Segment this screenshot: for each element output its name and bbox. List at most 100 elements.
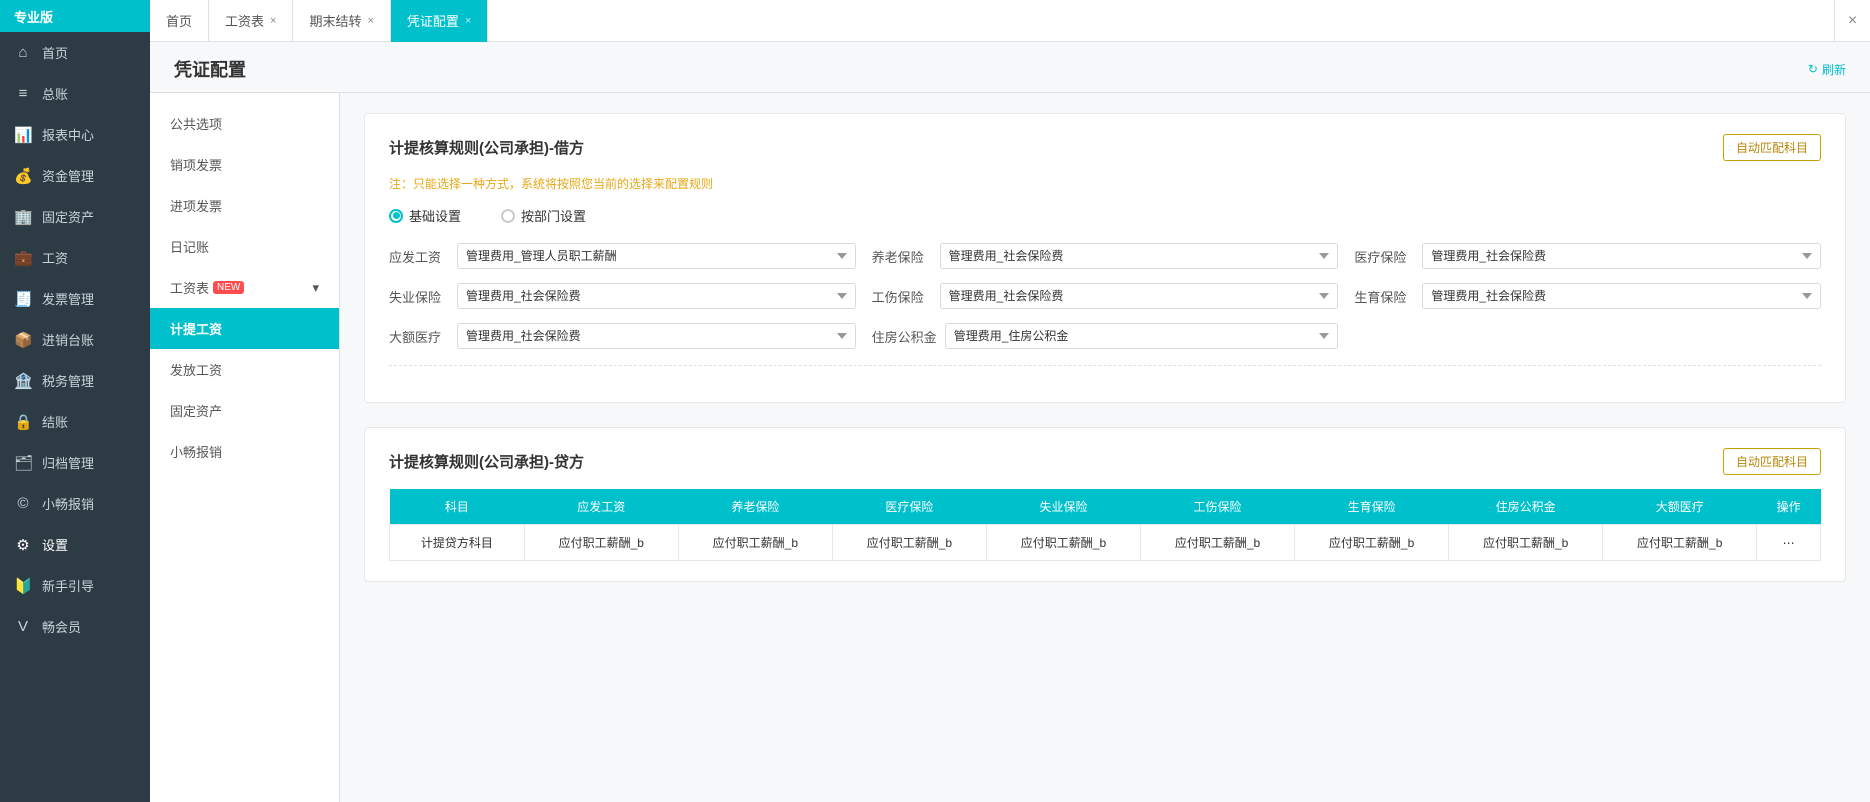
field-gongshang: 工伤保险 管理费用_社会保险费 xyxy=(872,283,1339,309)
left-nav-pay-salary[interactable]: 发放工资 xyxy=(150,349,339,390)
sidebar-item-fixed-assets[interactable]: 🏢 固定资产 xyxy=(0,196,150,237)
label-shengyu: 生育保险 xyxy=(1354,287,1414,306)
left-nav-xiaochang-report2[interactable]: 小畅报销 xyxy=(150,431,339,472)
page-header: 凭证配置 ↻ 刷新 xyxy=(150,42,1870,93)
vip-icon: V xyxy=(14,618,32,635)
sidebar-item-settings[interactable]: ⚙ 设置 xyxy=(0,524,150,565)
home-icon: ⌂ xyxy=(14,44,32,61)
tab-payroll-label: 工资表 xyxy=(225,11,264,30)
sidebar-item-xiaochang-report[interactable]: © 小畅报销 xyxy=(0,483,150,524)
select-shiye[interactable]: 管理费用_社会保险费 xyxy=(457,283,856,309)
radio-basic-settings-circle xyxy=(389,209,403,223)
label-yingfa-gongzi: 应发工资 xyxy=(389,247,449,266)
td-action[interactable]: ⋯ xyxy=(1757,525,1821,561)
select-yingfa-gongzi[interactable]: 管理费用_管理人员职工薪酬 xyxy=(457,243,856,269)
content-area: 公共选项 销项发票 进项发票 日记账 工资表 NEW ▾ 计提工资 发放工资 xyxy=(150,93,1870,802)
th-yingfa: 应发工资 xyxy=(524,489,678,525)
select-yanglao[interactable]: 管理费用_社会保险费 xyxy=(940,243,1339,269)
left-nav-credit-invoice[interactable]: 销项发票 xyxy=(150,144,339,185)
sidebar-item-label: 工资 xyxy=(42,248,68,267)
tab-home-label: 首页 xyxy=(166,11,192,30)
field-yiliao: 医疗保险 管理费用_社会保险费 xyxy=(1354,243,1821,269)
debit-form-row-2: 失业保险 管理费用_社会保险费 工伤保险 管理费用_社会保险费 生育保险 xyxy=(389,283,1821,309)
td-shiye: 应付职工薪酬_b xyxy=(986,525,1140,561)
sidebar-item-salary[interactable]: 💼 工资 xyxy=(0,237,150,278)
sidebar-item-closing[interactable]: 🔒 结账 xyxy=(0,401,150,442)
xiaochang-icon: © xyxy=(14,495,32,512)
left-nav-fixed-assets-nav[interactable]: 固定资产 xyxy=(150,390,339,431)
tab-period-close-label: 期末结转 xyxy=(309,11,361,30)
refresh-label: 刷新 xyxy=(1822,61,1846,78)
td-kemu: 计提贷方科目 xyxy=(390,525,525,561)
tab-voucher-config-close[interactable]: × xyxy=(465,15,471,27)
tab-period-close-close[interactable]: × xyxy=(367,15,373,27)
th-daeyiliao: 大额医疗 xyxy=(1603,489,1757,525)
debit-radio-group: 基础设置 按部门设置 xyxy=(389,206,1821,225)
label-daeyiliao: 大额医疗 xyxy=(389,327,449,346)
refresh-icon: ↻ xyxy=(1808,62,1818,76)
credit-auto-match-button[interactable]: 自动匹配科目 xyxy=(1723,448,1821,475)
select-gjj[interactable]: 管理费用_住房公积金 xyxy=(945,323,1339,349)
sidebar-item-tax-mgmt[interactable]: 🏦 税务管理 xyxy=(0,360,150,401)
debit-auto-match-button[interactable]: 自动匹配科目 xyxy=(1723,134,1821,161)
sidebar-item-reports[interactable]: 📊 报表中心 xyxy=(0,114,150,155)
sidebar-item-general-ledger[interactable]: ≡ 总账 xyxy=(0,73,150,114)
left-nav-debit-invoice[interactable]: 进项发票 xyxy=(150,185,339,226)
radio-dept-settings[interactable]: 按部门设置 xyxy=(501,206,586,225)
funds-icon: 💰 xyxy=(14,167,32,185)
select-gongshang[interactable]: 管理费用_社会保险费 xyxy=(940,283,1339,309)
tab-payroll-close[interactable]: × xyxy=(270,15,276,27)
archive-icon: 🗂 xyxy=(14,454,32,472)
credit-table: 科目 应发工资 养老保险 医疗保险 失业保险 工伤保险 生育保险 住房公积金 大… xyxy=(389,489,1821,561)
sidebar-item-inventory[interactable]: 📦 进销台账 xyxy=(0,319,150,360)
window-close-button[interactable]: × xyxy=(1834,0,1870,42)
left-nav-payroll-table[interactable]: 工资表 NEW ▾ xyxy=(150,267,339,308)
tab-voucher-config-label: 凭证配置 xyxy=(407,11,459,30)
debit-form-row-1: 应发工资 管理费用_管理人员职工薪酬 养老保险 管理费用_社会保险费 医疗保险 xyxy=(389,243,1821,269)
radio-basic-settings[interactable]: 基础设置 xyxy=(389,206,461,225)
credit-section-title: 计提核算规则(公司承担)-贷方 xyxy=(389,451,584,472)
label-gjj: 住房公积金 xyxy=(872,327,937,346)
sidebar-item-label: 税务管理 xyxy=(42,371,94,390)
refresh-button[interactable]: ↻ 刷新 xyxy=(1808,61,1846,78)
th-shengyu: 生育保险 xyxy=(1295,489,1449,525)
tab-payroll[interactable]: 工资表 × xyxy=(209,0,293,42)
credit-section: 计提核算规则(公司承担)-贷方 自动匹配科目 科目 应发工资 养老保险 医疗保险… xyxy=(364,427,1846,582)
debit-notice: 注：只能选择一种方式，系统将按照您当前的选择来配置规则 xyxy=(389,175,1821,192)
left-nav-public-options[interactable]: 公共选项 xyxy=(150,103,339,144)
label-gongshang: 工伤保险 xyxy=(872,287,932,306)
radio-dept-settings-circle xyxy=(501,209,515,223)
field-yanglao: 养老保险 管理费用_社会保险费 xyxy=(872,243,1339,269)
radio-basic-settings-label: 基础设置 xyxy=(409,206,461,225)
sidebar-item-invoice-mgmt[interactable]: 🧾 发票管理 xyxy=(0,278,150,319)
action-icon[interactable]: ⋯ xyxy=(1783,536,1795,550)
sidebar-item-label: 资金管理 xyxy=(42,166,94,185)
chevron-down-icon: ▾ xyxy=(312,280,319,296)
chart-icon: 📊 xyxy=(14,126,32,144)
select-yiliao[interactable]: 管理费用_社会保险费 xyxy=(1422,243,1821,269)
debit-section-header: 计提核算规则(公司承担)-借方 自动匹配科目 xyxy=(389,134,1821,161)
sidebar-item-archive[interactable]: 🗂 归档管理 xyxy=(0,442,150,483)
left-nav-calc-salary[interactable]: 计提工资 xyxy=(150,308,339,349)
td-shengyu: 应付职工薪酬_b xyxy=(1295,525,1449,561)
select-daeyiliao[interactable]: 管理费用_社会保险费 xyxy=(457,323,856,349)
sidebar-item-label: 畅会员 xyxy=(42,617,81,636)
debit-form-row-3: 大额医疗 管理费用_社会保险费 住房公积金 管理费用_住房公积金 xyxy=(389,323,1821,349)
tab-home[interactable]: 首页 xyxy=(150,0,209,42)
left-nav-journal[interactable]: 日记账 xyxy=(150,226,339,267)
label-yiliao: 医疗保险 xyxy=(1354,247,1414,266)
sidebar: 专业版 ⌂ 首页 ≡ 总账 📊 报表中心 💰 资金管理 🏢 固定资产 💼 工资 … xyxy=(0,0,150,802)
sidebar-item-guide[interactable]: 🔰 新手引导 xyxy=(0,565,150,606)
inventory-icon: 📦 xyxy=(14,331,32,349)
th-kemu: 科目 xyxy=(390,489,525,525)
label-shiye: 失业保险 xyxy=(389,287,449,306)
tab-voucher-config[interactable]: 凭证配置 × xyxy=(391,0,488,42)
sidebar-item-funds[interactable]: 💰 资金管理 xyxy=(0,155,150,196)
sidebar-item-home[interactable]: ⌂ 首页 xyxy=(0,32,150,73)
sidebar-item-label: 新手引导 xyxy=(42,576,94,595)
sidebar-item-vip[interactable]: V 畅会员 xyxy=(0,606,150,647)
select-shengyu[interactable]: 管理费用_社会保险费 xyxy=(1422,283,1821,309)
salary-icon: 💼 xyxy=(14,249,32,267)
td-gongshang: 应付职工薪酬_b xyxy=(1140,525,1294,561)
tab-period-close[interactable]: 期末结转 × xyxy=(293,0,390,42)
